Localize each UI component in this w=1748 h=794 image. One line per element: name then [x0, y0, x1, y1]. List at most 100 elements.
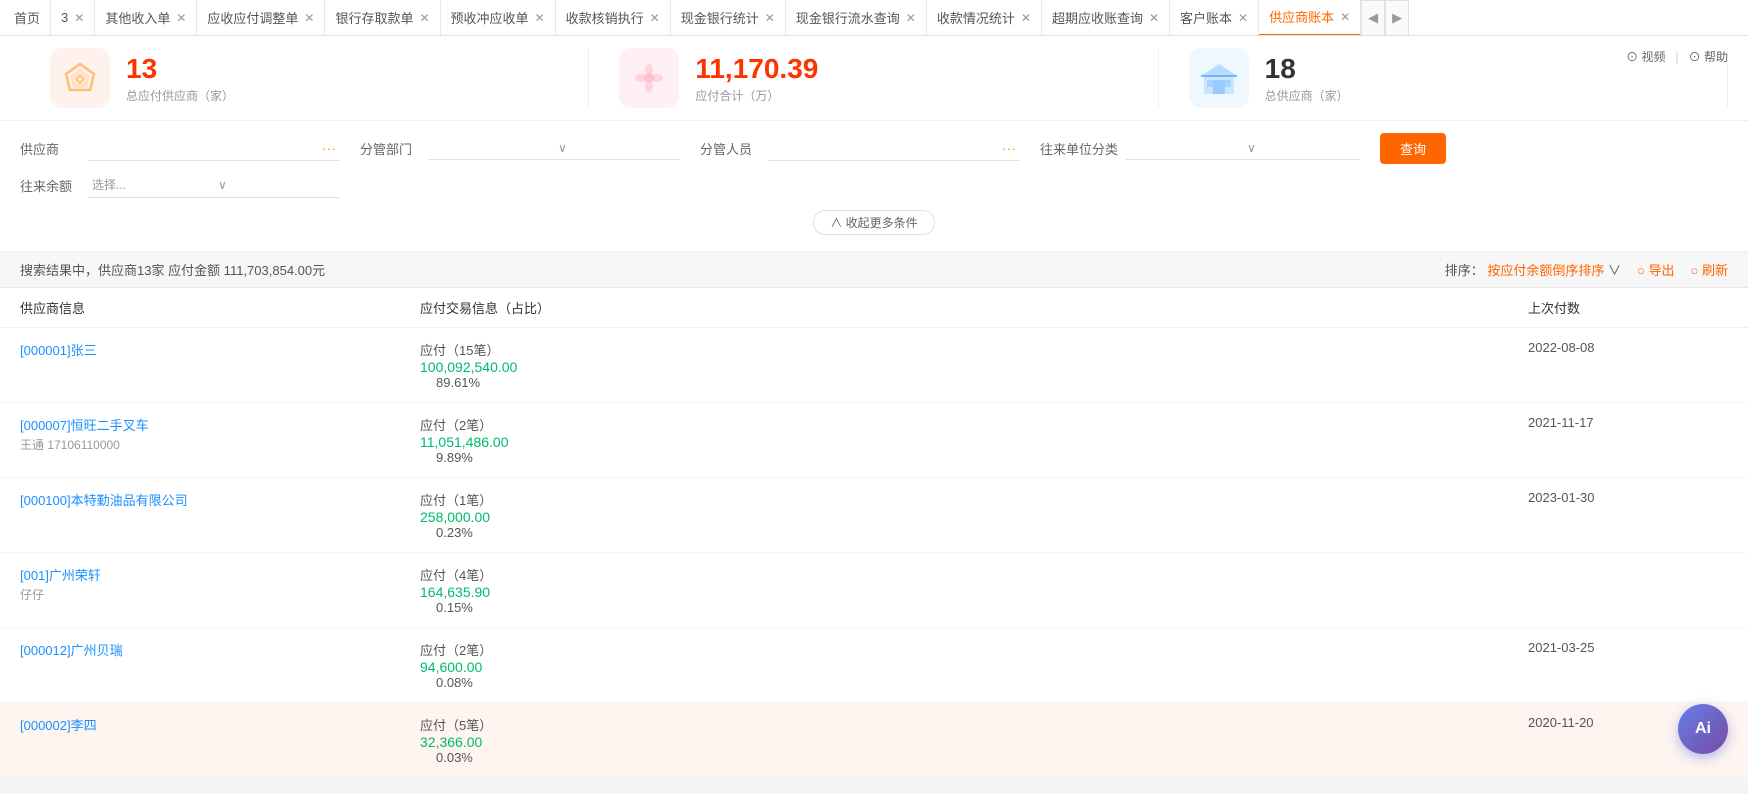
video-link[interactable]: ⊙ 视频 [1626, 48, 1665, 65]
tab-ar-ap-adj-label: 应收应付调整单 [207, 8, 298, 27]
supplier-input[interactable] [88, 137, 318, 160]
close-tab-ar-ap-adj-icon[interactable]: ✕ [304, 11, 314, 25]
table-rows-container: [000001]张三 应付（15笔） 100,092,540.00 89.61%… [0, 328, 1748, 778]
tab-supplier-ledger[interactable]: 供应商账本 ✕ [1259, 0, 1361, 36]
supplier-link-0[interactable]: [000001]张三 [20, 340, 420, 359]
trans-amount-2: 258,000.00 [420, 509, 1528, 525]
tab-receipt-verify[interactable]: 收款核销执行 ✕ [556, 0, 671, 36]
dept-select-value [428, 144, 554, 152]
ai-button[interactable]: Ai [1678, 704, 1728, 754]
close-tab-other-income-icon[interactable]: ✕ [176, 11, 186, 25]
tab-overdue-ar[interactable]: 超期应收账查询 ✕ [1042, 0, 1170, 36]
trans-amount-1: 11,051,486.00 [420, 434, 1528, 450]
tab-home[interactable]: 首页 [4, 0, 51, 36]
supplier-link-1[interactable]: [000007]恒旺二手叉车 [20, 415, 420, 434]
supplier-link-3[interactable]: [001]广州荣轩 [20, 565, 420, 584]
tab-ar-ap-adj[interactable]: 应收应付调整单 ✕ [197, 0, 325, 36]
supplier-sub-3: 仔仔 [20, 586, 420, 603]
tab-other-income[interactable]: 其他收入单 ✕ [95, 0, 197, 36]
category-select[interactable]: ∨ [1126, 137, 1360, 160]
header-transaction: 应付交易信息（占比） [420, 298, 1528, 317]
balance-filter-label: 往来余额 [20, 176, 80, 195]
summary-bar: ◇ 13 总应付供应商（家） 11,170.39 应付合计（万） [0, 36, 1748, 121]
transaction-col-2: 应付（1笔） 258,000.00 0.23% [420, 490, 1528, 540]
supplier-diamond-icon: ◇ [50, 48, 110, 108]
table-row[interactable]: [000100]本特勤油品有限公司 应付（1笔） 258,000.00 0.23… [0, 478, 1748, 553]
query-button[interactable]: 查询 [1380, 133, 1446, 164]
export-button[interactable]: ○ 导出 [1637, 260, 1674, 279]
tab-cash-bank-flow[interactable]: 现金银行流水查询 ✕ [786, 0, 927, 36]
transaction-col-4: 应付（2笔） 94,600.00 0.08% [420, 640, 1528, 690]
category-filter-label: 往来单位分类 [1040, 139, 1118, 158]
trans-label-5: 应付（5笔） [420, 718, 492, 733]
header-supplier: 供应商信息 [20, 298, 420, 317]
dept-chevron-icon: ∨ [554, 137, 680, 159]
dept-select[interactable]: ∨ [428, 137, 680, 160]
table-header: 供应商信息 应付交易信息（占比） 上次付数 [0, 288, 1748, 328]
close-tab-customer-ledger-icon[interactable]: ✕ [1238, 11, 1248, 25]
nav-prev-arrow[interactable]: ◀ [1361, 0, 1385, 36]
last-pay-date-5: 2020-11-20 [1528, 715, 1594, 730]
tab-prepay-ar[interactable]: 预收冲应收单 ✕ [441, 0, 556, 36]
tab-bank-deposit[interactable]: 银行存取款单 ✕ [325, 0, 440, 36]
balance-chevron-icon: ∨ [214, 174, 340, 196]
tab-cash-bank-stat[interactable]: 现金银行统计 ✕ [671, 0, 786, 36]
tab-receipt-stat[interactable]: 收款情况统计 ✕ [927, 0, 1042, 36]
balance-select[interactable]: 选择... ∨ [88, 172, 340, 198]
supplier-dots-icon[interactable]: ··· [318, 140, 340, 156]
payable-total-info: 11,170.39 应付合计（万） [695, 52, 818, 105]
supplier-filter-label: 供应商 [20, 139, 80, 158]
person-filter-input-wrapper[interactable]: ··· [768, 137, 1020, 161]
trans-amount-4: 94,600.00 [420, 659, 1528, 675]
person-dots-icon[interactable]: ··· [998, 140, 1020, 156]
supplier-filter-input-wrapper[interactable]: ··· [88, 137, 340, 161]
supplier-link-4[interactable]: [000012]广州贝瑞 [20, 640, 420, 659]
sort-value[interactable]: 按应付余额倒序排序 [1487, 263, 1604, 278]
transaction-col-5: 应付（5笔） 32,366.00 0.03% [420, 715, 1528, 765]
close-tab-cash-bank-flow-icon[interactable]: ✕ [906, 11, 916, 25]
close-tab-receipt-verify-icon[interactable]: ✕ [650, 11, 660, 25]
tab-3[interactable]: 3 ✕ [51, 0, 95, 36]
refresh-button[interactable]: ○ 刷新 [1691, 260, 1728, 279]
supplier-link-2[interactable]: [000100]本特勤油品有限公司 [20, 490, 420, 509]
total-suppliers-info: 18 总供应商（家） [1265, 52, 1349, 105]
filter-dept: 分管部门 ∨ [360, 137, 680, 160]
tab-home-label: 首页 [14, 8, 40, 27]
table-row[interactable]: [001]广州荣轩 仔仔 应付（4笔） 164,635.90 0.15% [0, 553, 1748, 628]
close-tab-bank-deposit-icon[interactable]: ✕ [419, 11, 429, 25]
tab-customer-ledger[interactable]: 客户账本 ✕ [1170, 0, 1259, 36]
close-tab-overdue-ar-icon[interactable]: ✕ [1149, 11, 1159, 25]
close-tab-cash-bank-stat-icon[interactable]: ✕ [765, 11, 775, 25]
lastpay-col-2: 2023-01-30 [1528, 490, 1728, 505]
trans-label-4: 应付（2笔） [420, 643, 492, 658]
trans-amount-3: 164,635.90 [420, 584, 1528, 600]
trans-percent-1: 9.89% [436, 450, 473, 465]
close-tab-3-icon[interactable]: ✕ [74, 11, 84, 25]
data-table: 供应商信息 应付交易信息（占比） 上次付数 [000001]张三 应付（15笔）… [0, 288, 1748, 778]
table-row[interactable]: [000012]广州贝瑞 应付（2笔） 94,600.00 0.08% 2021… [0, 628, 1748, 703]
balance-select-value: 选择... [88, 172, 214, 197]
table-row[interactable]: [000002]李四 应付（5笔） 32,366.00 0.03% 2020-1… [0, 703, 1748, 778]
payable-suppliers-label: 总应付供应商（家） [126, 87, 234, 104]
tab-3-label: 3 [61, 10, 68, 25]
summary-card-payable-total: 11,170.39 应付合计（万） [589, 48, 1158, 108]
close-tab-supplier-ledger-icon[interactable]: ✕ [1340, 10, 1350, 24]
supplier-link-5[interactable]: [000002]李四 [20, 715, 420, 734]
close-tab-prepay-ar-icon[interactable]: ✕ [535, 11, 545, 25]
nav-next-arrow[interactable]: ▶ [1385, 0, 1409, 36]
filter-balance: 往来余额 选择... ∨ [20, 172, 340, 198]
collapse-button[interactable]: ∧ 收起更多条件 [813, 210, 934, 235]
table-row[interactable]: [000007]恒旺二手叉车 王通 17106110000 应付（2笔） 11,… [0, 403, 1748, 478]
filter-person: 分管人员 ··· [700, 137, 1020, 161]
transaction-col-1: 应付（2笔） 11,051,486.00 9.89% [420, 415, 1528, 465]
top-right-links: ⊙ 视频 | ⊙ 帮助 [1626, 48, 1728, 65]
tab-customer-ledger-label: 客户账本 [1180, 8, 1232, 27]
help-link[interactable]: ⊙ 帮助 [1689, 48, 1728, 65]
person-input[interactable] [768, 137, 998, 160]
supplier-col-3: [001]广州荣轩 仔仔 [20, 565, 420, 603]
store-icon [1189, 48, 1249, 108]
tab-bank-deposit-label: 银行存取款单 [335, 8, 413, 27]
table-row[interactable]: [000001]张三 应付（15笔） 100,092,540.00 89.61%… [0, 328, 1748, 403]
trans-label-2: 应付（1笔） [420, 493, 492, 508]
close-tab-receipt-stat-icon[interactable]: ✕ [1021, 11, 1031, 25]
